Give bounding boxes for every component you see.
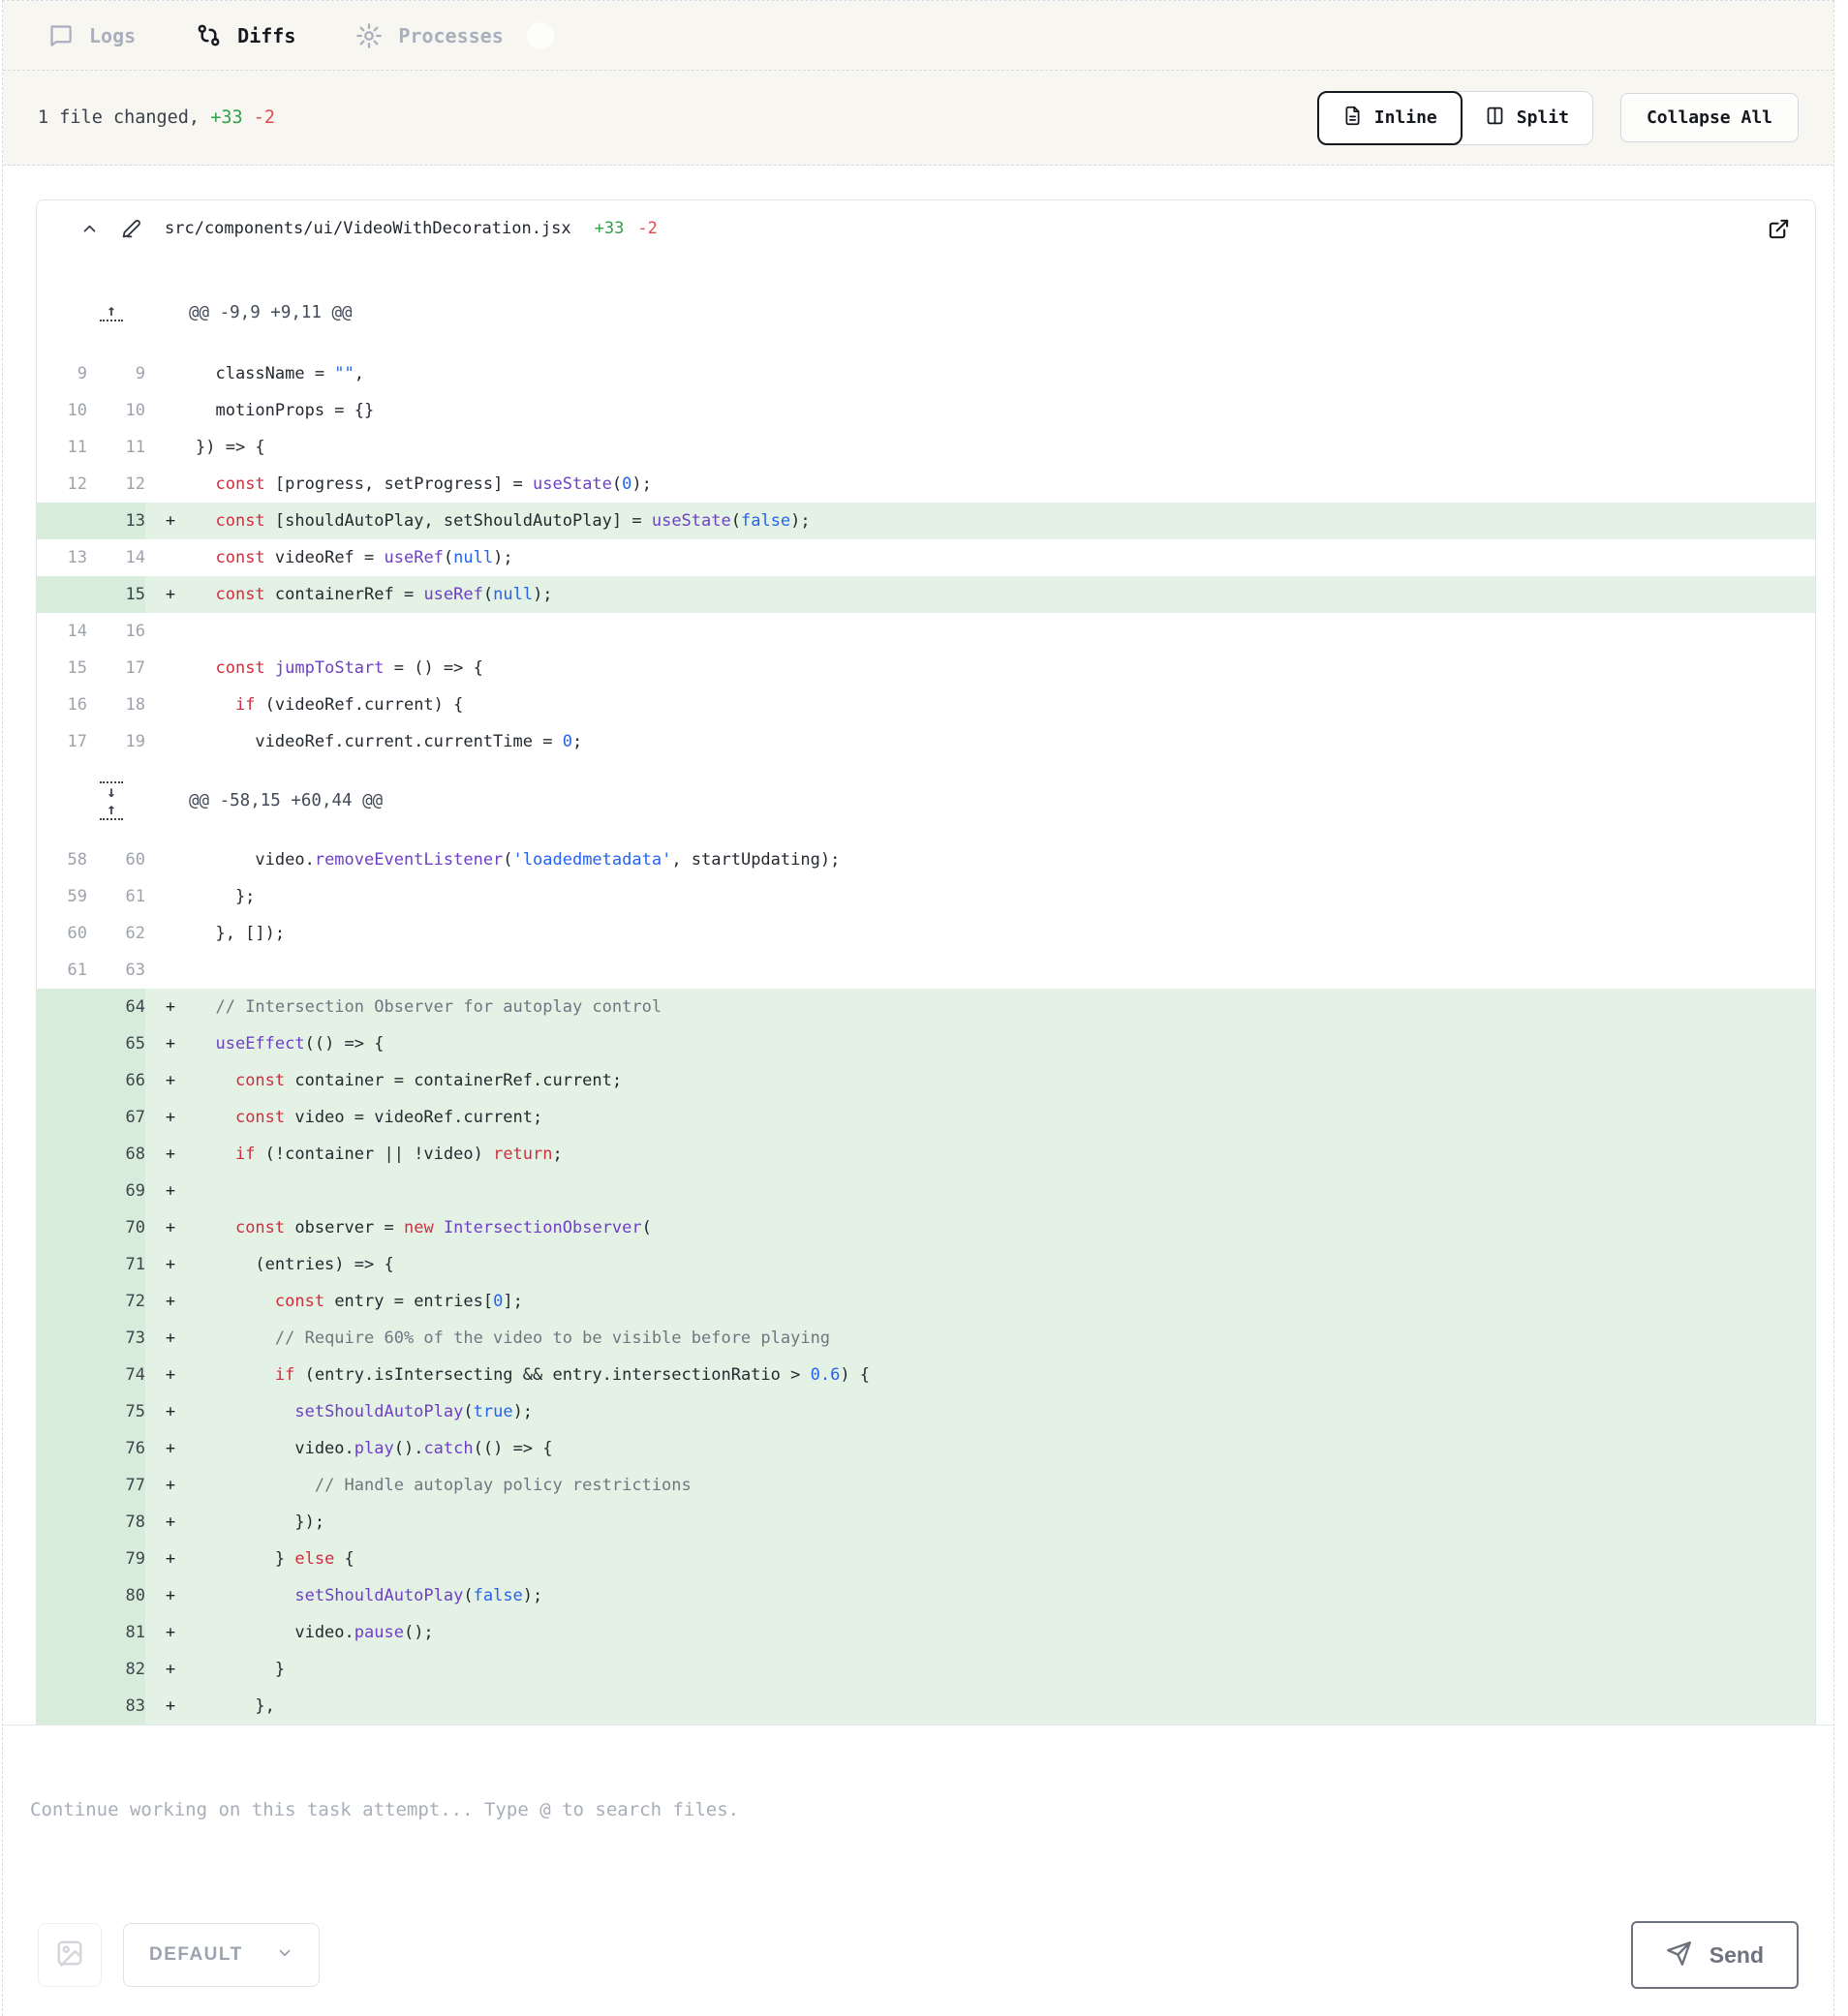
- gear-icon: [355, 22, 383, 49]
- diff-line-added: 80 + setShouldAutoPlay(false);: [37, 1577, 1815, 1614]
- send-button-label: Send: [1709, 1941, 1764, 1968]
- collapse-file-chevron-icon[interactable]: [81, 221, 98, 237]
- diff-line-context: 13 14 const videoRef = useRef(null);: [67, 548, 513, 567]
- diff-line-added: 78 + });: [37, 1504, 1815, 1541]
- diff-line-added: 74 + if (entry.isIntersecting && entry.in…: [37, 1357, 1815, 1393]
- open-external-icon[interactable]: [1768, 218, 1790, 240]
- chat-bubble-icon: [47, 22, 74, 48]
- diff-line-added: 64 + // Intersection Observer for autopla…: [37, 989, 1815, 1025]
- app-frame: Logs Diffs Processes 3 1 file changed, +…: [2, 0, 1834, 2016]
- changes-summary: 1 file changed, +33 -2: [38, 107, 275, 128]
- expand-down-icon[interactable]: ↓: [100, 781, 123, 800]
- deletions-count: -2: [253, 107, 276, 128]
- diff-line-context: 15 17 const jumpToStart = () => {: [67, 658, 483, 678]
- diff-line-context: 17 19 videoRef.current.currentTime = 0;: [67, 732, 583, 751]
- view-mode-toggle: Inline Split: [1316, 90, 1593, 145]
- pencil-icon: [121, 219, 141, 239]
- diff-line-added: 73 + // Require 60% of the video to be vi…: [37, 1320, 1815, 1357]
- file-text-icon: [1342, 106, 1363, 131]
- files-changed-text: 1 file changed,: [38, 107, 200, 128]
- diff-line-added: 68 + if (!container || !video) return;: [37, 1136, 1815, 1173]
- diff-line-added: 15 + const containerRef = useRef(null);: [37, 576, 1815, 613]
- diff-line-added: 81 + video.pause();: [37, 1614, 1815, 1651]
- file-diff-header: src/components/ui/VideoWithDecoration.js…: [37, 200, 1815, 257]
- diff-line-context: 12 12 const [progress, setProgress] = use…: [67, 474, 652, 494]
- followup-panel: DEFAULT Send: [3, 1725, 1833, 2016]
- image-icon: [55, 1939, 84, 1971]
- diff-line-context: 58 60 video.removeEventListener('loadedme…: [67, 850, 841, 870]
- tab-diffs-label: Diffs: [237, 23, 296, 47]
- split-panes-icon: [1485, 106, 1505, 131]
- processes-count-badge: 3: [526, 21, 554, 49]
- diff-view-controls: Inline Split Collapse All: [1316, 90, 1799, 145]
- diff-line-added: 75 + setShouldAutoPlay(true);: [37, 1393, 1815, 1430]
- diff-line-context: 11 11}) => {: [67, 438, 265, 457]
- diff-line-added: 66 + const container = containerRef.curre…: [37, 1062, 1815, 1099]
- inline-label: Inline: [1373, 107, 1437, 128]
- diff-line-context: 61 63: [67, 961, 145, 980]
- diff-line-context: 16 18 if (videoRef.current) {: [67, 695, 464, 715]
- diff-line-added: 70 + const observer = new IntersectionObs…: [37, 1209, 1815, 1246]
- diff-line-added: 72 + const entry = entries[0];: [37, 1283, 1815, 1320]
- expand-up-icon[interactable]: ↑: [100, 802, 123, 820]
- expand-up-icon[interactable]: ↑: [100, 303, 123, 321]
- tab-diffs[interactable]: Diffs: [196, 22, 295, 48]
- diff-line-context: 99 className = "",: [77, 364, 365, 383]
- diff-line-context: 59 61 };: [67, 887, 256, 906]
- chevron-down-icon: [276, 1944, 293, 1966]
- diff-line-added: 67 + const video = videoRef.current;: [37, 1099, 1815, 1136]
- diff-line-added: 76 + video.play().catch(() => {: [37, 1430, 1815, 1467]
- tab-logs-label: Logs: [89, 23, 137, 47]
- diff-line-context: 60 62 }, []);: [67, 924, 286, 943]
- diff-line-context: 14 16: [67, 622, 145, 641]
- hunk-header-text: @@ -58,15 +60,44 @@: [189, 791, 384, 810]
- profile-dropdown-value: DEFAULT: [149, 1944, 243, 1965]
- diff-line-added: 65 + useEffect(() => {: [37, 1025, 1815, 1062]
- split-view-button[interactable]: Split: [1462, 92, 1592, 144]
- git-compare-icon: [196, 22, 222, 48]
- profile-dropdown[interactable]: DEFAULT: [123, 1923, 320, 1987]
- diff-scroll-area[interactable]: src/components/ui/VideoWithDecoration.js…: [3, 166, 1833, 1725]
- tab-processes[interactable]: Processes: [355, 22, 504, 49]
- tab-bar: Logs Diffs Processes 3: [3, 1, 1833, 71]
- diff-line-added: 77 + // Handle autoplay policy restrictio…: [37, 1467, 1815, 1504]
- hunk-header-text: @@ -9,9 +9,11 @@: [189, 303, 353, 322]
- diff-line-context: 10 10 motionProps = {}: [67, 401, 375, 420]
- diff-line-added: 79 + } else {: [37, 1541, 1815, 1577]
- diff-line-added: 82 + }: [37, 1651, 1815, 1688]
- followup-input[interactable]: [3, 1726, 1833, 1909]
- file-diff-card: src/components/ui/VideoWithDecoration.js…: [36, 199, 1816, 1725]
- diff-line-added: 13 + const [shouldAutoPlay, setShouldAuto…: [37, 503, 1815, 539]
- file-additions: +33: [594, 219, 625, 238]
- file-change-counts: +33 -2: [595, 219, 658, 238]
- attach-image-button[interactable]: [38, 1923, 102, 1987]
- diff-line-added: 69 +: [37, 1173, 1815, 1209]
- tab-processes-label: Processes: [398, 23, 504, 47]
- diff-line-added: 71 + (entries) => {: [37, 1246, 1815, 1283]
- additions-count: +33: [210, 107, 243, 128]
- inline-view-button[interactable]: Inline: [1316, 90, 1463, 145]
- diff-line-added: 83 + },: [37, 1688, 1815, 1725]
- collapse-all-label: Collapse All: [1646, 107, 1772, 128]
- collapse-all-button[interactable]: Collapse All: [1619, 93, 1799, 142]
- diff-lines: ↑ @@ -9,9 +9,11 @@ 9 9 className = "", 10 10 …: [37, 257, 1815, 1725]
- send-button[interactable]: Send: [1630, 1921, 1799, 1989]
- hunk-header-row: ↑ @@ -9,9 +9,11 @@: [37, 270, 1815, 355]
- file-deletions: -2: [637, 219, 658, 238]
- hunk-header-row: ↓ ↑ @@ -58,15 +60,44 @@: [37, 760, 1815, 841]
- paper-plane-icon: [1666, 1940, 1692, 1970]
- file-path: src/components/ui/VideoWithDecoration.js…: [165, 219, 571, 238]
- split-label: Split: [1516, 107, 1569, 128]
- tab-logs[interactable]: Logs: [47, 22, 136, 48]
- diff-header: 1 file changed, +33 -2 Inline Split Coll…: [3, 71, 1833, 166]
- followup-controls: DEFAULT Send: [3, 1921, 1833, 1989]
